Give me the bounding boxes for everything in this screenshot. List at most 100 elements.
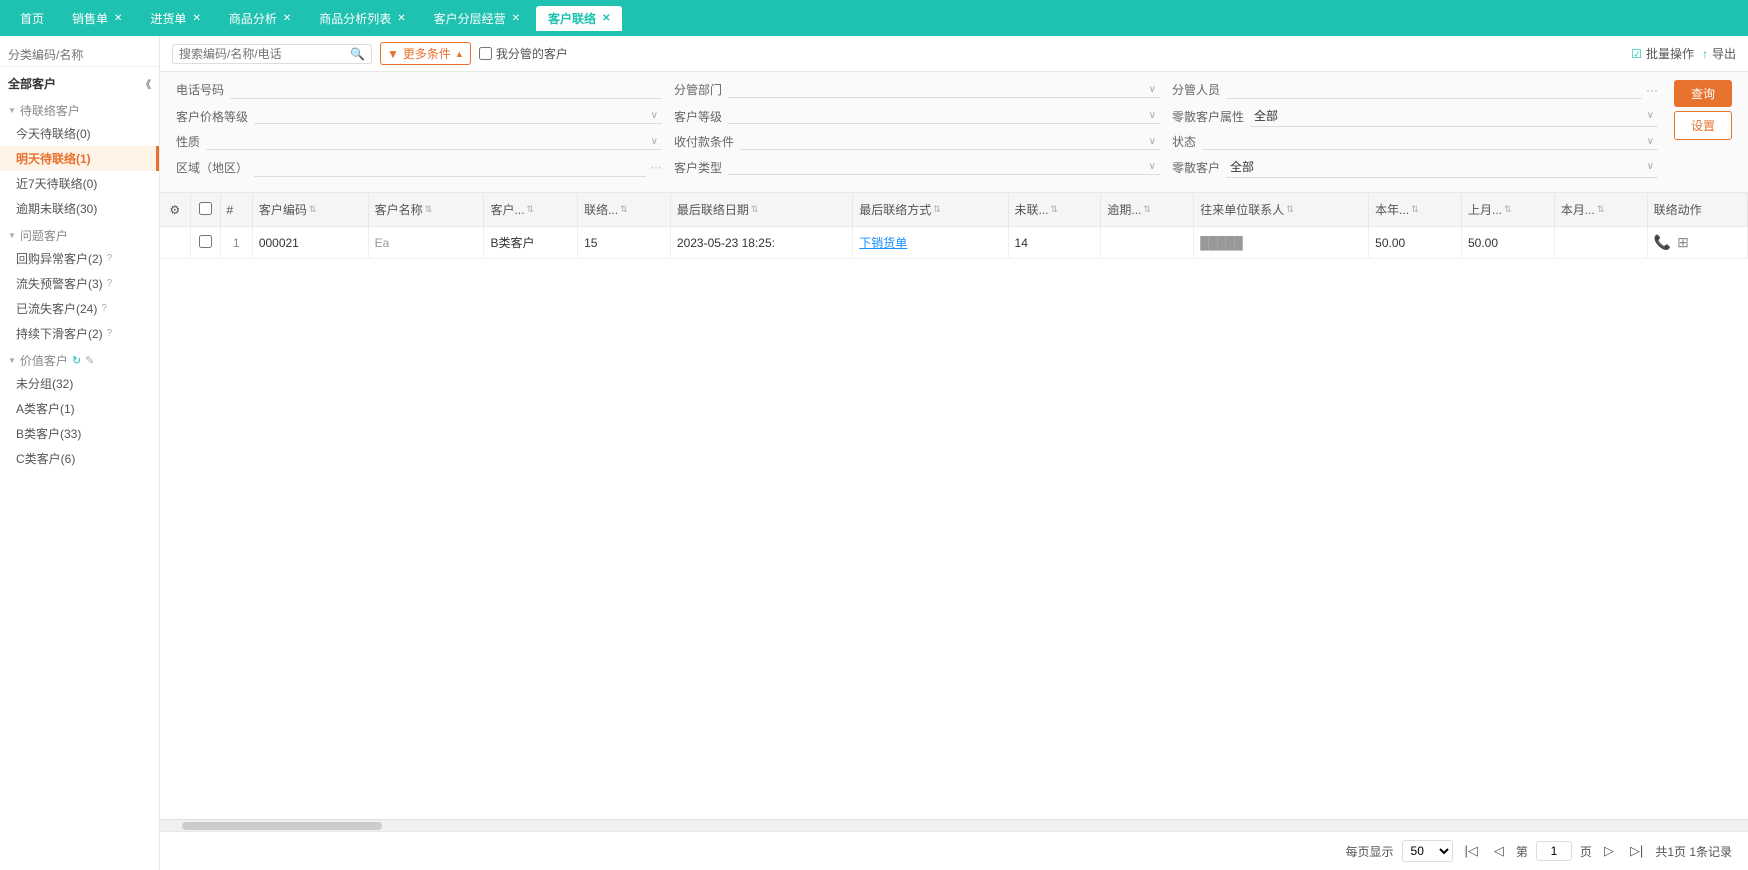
last-page-btn[interactable]: ▷|	[1626, 841, 1647, 861]
nav-close-sales[interactable]: ✕	[114, 13, 122, 24]
sidebar-item-7days[interactable]: 近7天待联络(0)	[0, 171, 159, 196]
customer-type-select[interactable]: ∨	[728, 159, 1160, 175]
my-customers-check[interactable]	[479, 47, 492, 60]
action-grid-icon[interactable]: ⊞	[1677, 234, 1689, 251]
nav-sales[interactable]: 销售单 ✕	[60, 6, 134, 31]
th-check[interactable]	[190, 193, 220, 227]
content-area: 🔍 ▼ 更多条件 ▲ 我分管的客户 ☑ 批量操作 ↑ 导出	[160, 36, 1748, 870]
sidebar-item-declining[interactable]: 持续下滑客户(2) ?	[0, 321, 159, 346]
my-customers-checkbox[interactable]: 我分管的客户	[479, 45, 568, 62]
row-checkbox-0[interactable]	[199, 235, 212, 248]
nav-purchase[interactable]: 进货单 ✕	[138, 6, 212, 31]
filter-row-2: 客户价格等级 ∨ 客户等级 ∨	[176, 105, 1658, 127]
price-level-select[interactable]: ∨	[254, 108, 662, 124]
customer-level-select[interactable]: ∨	[728, 108, 1160, 124]
sidebar-item-ungrouped[interactable]: 未分组(32)	[0, 371, 159, 396]
payment-select[interactable]: ∨	[740, 134, 1160, 150]
nav-analysis-list[interactable]: 商品分析列表 ✕	[307, 6, 417, 31]
next-page-btn[interactable]: ▷	[1600, 841, 1618, 861]
export-btn[interactable]: ↑ 导出	[1702, 45, 1736, 62]
more-conditions-btn[interactable]: ▼ 更多条件 ▲	[380, 42, 471, 65]
record-count-label: 共1页 1条记录	[1655, 843, 1732, 860]
horizontal-scrollbar[interactable]	[160, 819, 1748, 831]
th-num: #	[220, 193, 252, 227]
more-icon-person[interactable]: ···	[1646, 83, 1658, 97]
sidebar-item-repurchase[interactable]: 回购异常客户(2) ?	[0, 246, 159, 271]
query-button[interactable]: 查询	[1674, 80, 1732, 107]
nav-close-customer-contact[interactable]: ✕	[602, 13, 610, 24]
nav-customer-contact[interactable]: 客户联络 ✕	[536, 6, 622, 31]
filter-row-3: 性质 ∨ 收付款条件 ∨	[176, 133, 1658, 150]
th-contact: 联络...⇅	[578, 193, 671, 227]
row-unlinked: 14	[1008, 227, 1101, 259]
retail-customer-select[interactable]: 全部 ∨	[1226, 156, 1658, 178]
select-all-checkbox[interactable]	[199, 202, 212, 215]
first-page-btn[interactable]: |◁	[1461, 841, 1482, 861]
chevron-down-icon-price: ∨	[651, 110, 658, 121]
chevron-up-icon: ▲	[455, 49, 464, 59]
prev-page-btn[interactable]: ◁	[1490, 841, 1508, 861]
filter-row-4: 区域（地区） ··· 客户类型 ∨ 零散客户	[176, 156, 1658, 178]
sort-icon-type: ⇅	[526, 204, 534, 215]
edit-icon[interactable]: ✎	[85, 354, 94, 367]
sidebar-item-churn-warning[interactable]: 流失预警客户(3) ?	[0, 271, 159, 296]
filter-row-1: 电话号码 分管部门 ∨ 分管人员	[176, 80, 1658, 99]
sidebar-item-tomorrow[interactable]: 明天待联络(1)	[0, 146, 159, 171]
set-button[interactable]: 设置	[1674, 111, 1732, 140]
help-icon-3: ?	[101, 303, 107, 314]
nav-close-purchase[interactable]: ✕	[192, 13, 200, 24]
bulk-op-btn[interactable]: ☑ 批量操作	[1631, 45, 1694, 62]
pagination-bar: 每页显示 50 100 |◁ ◁ 第 页 ▷ ▷| 共1页 1条记录	[160, 831, 1748, 870]
status-select[interactable]: ∨	[1202, 134, 1658, 150]
triangle-icon-3: ▼	[8, 356, 16, 365]
th-gear[interactable]: ⚙	[160, 193, 190, 227]
row-code: 000021	[252, 227, 368, 259]
table-header-row: ⚙ # 客户编码⇅ 客户名称⇅ 客户...⇅ 联络...	[160, 193, 1748, 227]
sidebar-item-churned[interactable]: 已流失客户(24) ?	[0, 296, 159, 321]
per-page-label: 每页显示	[1346, 843, 1394, 860]
nav-analysis[interactable]: 商品分析 ✕	[217, 6, 303, 31]
row-this-month	[1554, 227, 1647, 259]
filter-dept: 分管部门 ∨	[674, 81, 1160, 98]
page-input[interactable]	[1536, 841, 1572, 861]
sidebar-item-b-class[interactable]: B类客户(33)	[0, 421, 159, 446]
scrollbar-thumb[interactable]	[182, 822, 382, 830]
row-last-method[interactable]: 下销货单	[853, 227, 1008, 259]
sort-icon-this-month: ⇅	[1597, 204, 1605, 215]
more-icon-region[interactable]: ···	[650, 160, 662, 174]
phone-input[interactable]	[230, 80, 662, 99]
nav-close-customer-tier[interactable]: ✕	[512, 13, 520, 24]
person-input[interactable]	[1226, 80, 1642, 99]
sidebar-item-today[interactable]: 今天待联络(0)	[0, 121, 159, 146]
sidebar-item-a-class[interactable]: A类客户(1)	[0, 396, 159, 421]
per-page-select[interactable]: 50 100	[1402, 840, 1453, 862]
total-pages-label: 页	[1580, 843, 1592, 860]
help-icon-2: ?	[107, 278, 113, 289]
collapse-icon[interactable]: 《	[141, 76, 151, 91]
search-box[interactable]: 🔍	[172, 44, 372, 64]
sidebar-item-overdue[interactable]: 逾期未联络(30)	[0, 196, 159, 221]
retail-attr-select[interactable]: 全部 ∨	[1250, 105, 1658, 127]
sort-icon-last-method: ⇅	[933, 204, 941, 215]
nav-close-analysis[interactable]: ✕	[283, 13, 291, 24]
row-check[interactable]	[190, 227, 220, 259]
dept-select[interactable]: ∨	[728, 82, 1160, 98]
action-phone-icon[interactable]: 📞	[1654, 234, 1671, 251]
filter-payment: 收付款条件 ∨	[674, 133, 1160, 150]
sidebar-all-customers[interactable]: 全部客户 《	[0, 71, 159, 96]
sidebar-search-input[interactable]	[8, 48, 160, 62]
nav-home[interactable]: 首页	[8, 6, 56, 31]
filter-action-btns: 查询 设置	[1674, 80, 1732, 184]
refresh-icon[interactable]: ↻	[72, 354, 81, 367]
filter-phone: 电话号码	[176, 80, 662, 99]
triangle-icon-2: ▼	[8, 231, 16, 240]
sidebar-search-box[interactable]: 🔍	[0, 44, 159, 67]
search-input[interactable]	[179, 47, 350, 61]
search-icon-main[interactable]: 🔍	[350, 47, 365, 61]
sidebar-item-c-class[interactable]: C类客户(6)	[0, 446, 159, 471]
page-label: 第	[1516, 843, 1528, 860]
nav-customer-tier[interactable]: 客户分层经营 ✕	[422, 6, 532, 31]
region-input[interactable]	[254, 158, 646, 177]
nature-select[interactable]: ∨	[206, 134, 662, 150]
nav-close-analysis-list[interactable]: ✕	[397, 13, 405, 24]
